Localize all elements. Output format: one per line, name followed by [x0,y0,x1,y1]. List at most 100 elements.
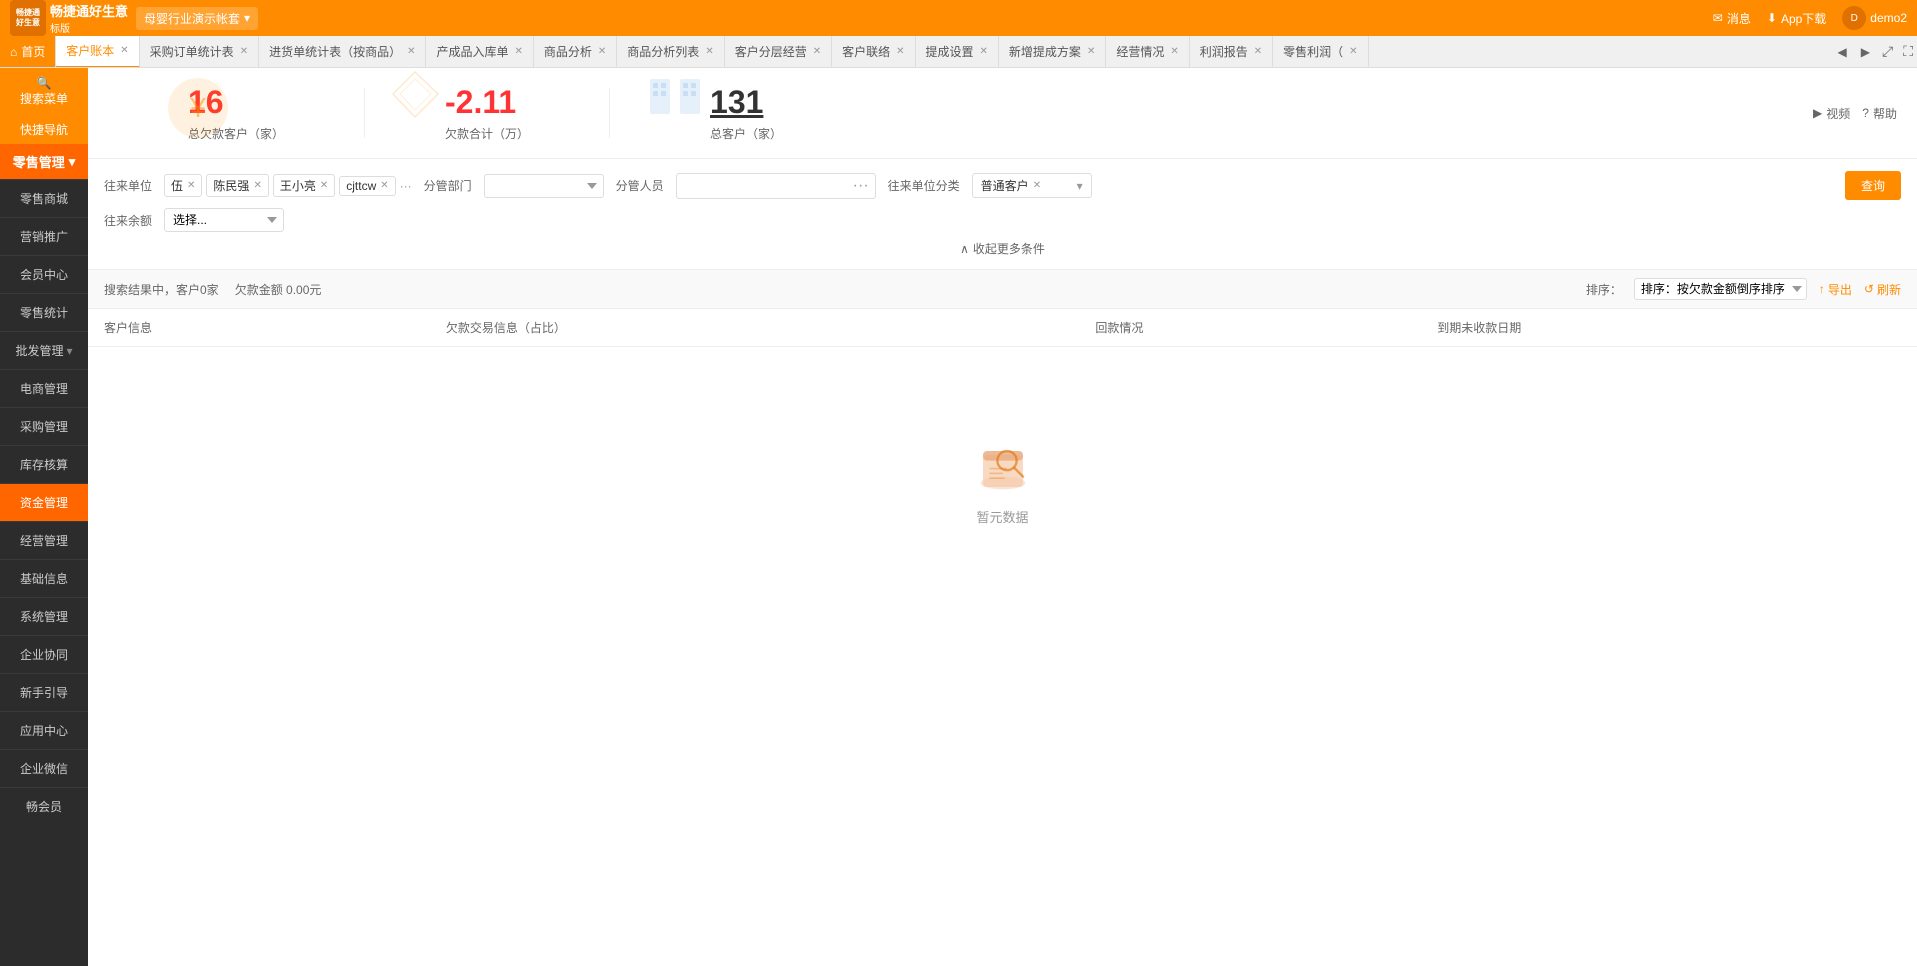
tab-bar: ⌂ 首页 客户账本 ✕ 采购订单统计表 ✕ 进货单统计表（按商品） ✕ 产成品入… [0,36,1917,68]
user-area[interactable]: D demo2 [1842,6,1907,30]
query-button[interactable]: 查询 [1845,171,1901,200]
sidebar-item-wholesale-mgmt[interactable]: 批发管理 ▾ [0,331,88,369]
filter-unit-type-close[interactable]: ✕ [1033,180,1041,191]
filter-unit-type-chevron[interactable]: ▾ [1077,179,1083,193]
tab-promotion-settings-close-icon[interactable]: ✕ [980,46,988,57]
stat-label-2: 欠款合计（万） [445,125,529,142]
sort-select[interactable]: 排序：按欠款金额倒序排序 [1634,278,1807,300]
filter-person-label: 分管人员 [616,177,664,194]
col-debt-info: 欠款交易信息（占比） [430,309,1080,347]
filter-person-input[interactable] [683,179,853,193]
filter-unit-more[interactable]: ··· [400,179,412,193]
dropdown-chevron-icon: ▾ [244,11,250,25]
filter-tag-cjttcw-close[interactable]: ✕ [380,180,388,191]
tab-product-entry-close-icon[interactable]: ✕ [515,46,523,57]
tab-product-entry[interactable]: 产成品入库单 ✕ [426,36,533,68]
export-button[interactable]: ↑ 导出 [1819,281,1852,298]
help-action[interactable]: ? 帮助 [1862,105,1897,122]
filter-tag-wang-close[interactable]: ✕ [320,180,328,191]
sidebar-item-purchase-mgmt[interactable]: 采购管理 [0,407,88,445]
tab-product-analysis-close-icon[interactable]: ✕ [598,46,606,57]
sidebar-item-inventory-check[interactable]: 库存核算 [0,445,88,483]
help-icon: ? [1862,106,1869,120]
sidebar-search-label: 搜索菜单 [8,90,80,107]
filter-row-1: 往来单位 伍 ✕ 陈民强 ✕ 王小亮 ✕ [104,171,1901,200]
tab-profit-report[interactable]: 利润报告 ✕ [1190,36,1273,68]
collapse-button[interactable]: ∧ 收起更多条件 [104,240,1901,257]
video-icon: ▶ [1813,106,1822,120]
stat-label-3: 总客户（家） [710,125,782,142]
sidebar-item-business-mgmt[interactable]: 经营管理 [0,521,88,559]
refresh-button[interactable]: ↺ 刷新 [1864,281,1901,298]
tab-purchase-close-icon[interactable]: ✕ [240,46,248,57]
sidebar-item-member-center[interactable]: 会员中心 [0,255,88,293]
account-dropdown-label: 母婴行业演示帐套 [144,10,240,27]
sidebar-item-basic-info[interactable]: 基础信息 [0,559,88,597]
tab-business-status-close-icon[interactable]: ✕ [1170,46,1178,57]
tab-new-promotion-plan[interactable]: 新增提成方案 ✕ [999,36,1106,68]
empty-state: 暂元数据 [88,347,1917,606]
tab-retail-profit[interactable]: 零售利润（ ✕ [1273,36,1368,68]
filter-unit-label: 往来单位 [104,177,152,194]
video-action[interactable]: ▶ 视频 [1813,105,1850,122]
account-dropdown[interactable]: 母婴行业演示帐套 ▾ [136,7,258,30]
tab-inventory-stats[interactable]: 进货单统计表（按商品） ✕ [259,36,426,68]
stat-bg-icon-3 [640,68,710,124]
filter-person-dots[interactable]: ··· [853,177,869,195]
tab-customer-contact[interactable]: 客户联络 ✕ [832,36,915,68]
filter-person-input-area[interactable]: ··· [676,173,876,199]
yuan-icon: ¥ [190,92,206,124]
sidebar-wholesale-mgmt-label: 批发管理 [15,342,63,359]
sidebar-item-retail-stats[interactable]: 零售统计 [0,293,88,331]
sidebar-item-new-guide[interactable]: 新手引导 [0,673,88,711]
tab-business-status[interactable]: 经营情况 ✕ [1106,36,1189,68]
sidebar-business-mgmt-label: 经营管理 [20,534,68,548]
filter-dept-select[interactable] [484,174,604,198]
sidebar-retail-mgmt[interactable]: 零售管理 ▾ [0,144,88,179]
app-download-label: App下载 [1781,10,1826,27]
tab-new-promotion-plan-close-icon[interactable]: ✕ [1087,46,1095,57]
sidebar-item-system-mgmt[interactable]: 系统管理 [0,597,88,635]
sidebar-item-app-center[interactable]: 应用中心 [0,711,88,749]
tab-home[interactable]: ⌂ 首页 [0,36,56,68]
tab-accounts-close-icon[interactable]: ✕ [120,45,128,56]
tab-product-analysis-list-close-icon[interactable]: ✕ [705,46,713,57]
col-repayment: 回款情况 [1079,309,1421,347]
tab-profit-report-close-icon[interactable]: ✕ [1254,46,1262,57]
app-download-btn[interactable]: ⬇ App下载 [1767,10,1826,27]
tab-promotion-settings[interactable]: 提成设置 ✕ [916,36,999,68]
sidebar-search[interactable]: 🔍 搜索菜单 [0,68,88,115]
filter-tag-chen-close[interactable]: ✕ [253,180,261,191]
sidebar-item-ecommerce-mgmt[interactable]: 电商管理 [0,369,88,407]
tab-left-arrow[interactable]: ◀ [1832,45,1853,59]
tab-fullscreen-icon[interactable]: ⛶ [1899,43,1917,60]
tab-retail-profit-close-icon[interactable]: ✕ [1349,46,1357,57]
sidebar-item-capital-mgmt[interactable]: 资金管理 [0,483,88,521]
sidebar-item-marketing[interactable]: 营销推广 [0,217,88,255]
tab-right-arrow[interactable]: ▶ [1855,45,1876,59]
tab-promotion-settings-label: 提成设置 [926,43,974,60]
tab-customer-contact-close-icon[interactable]: ✕ [896,46,904,57]
sidebar-quick-nav[interactable]: 快捷导航 [0,115,88,144]
messages-btn[interactable]: ✉ 消息 [1713,10,1751,27]
tab-purchase-orders[interactable]: 采购订单统计表 ✕ [140,36,259,68]
logo-area: 畅捷通好生意 畅捷通好生意 标版 [10,0,128,36]
filter-tag-wu-close[interactable]: ✕ [187,180,195,191]
tab-product-analysis[interactable]: 商品分析 ✕ [534,36,617,68]
tab-inventory-close-icon[interactable]: ✕ [407,46,415,57]
sidebar-item-retail-mall[interactable]: 零售商城 [0,179,88,217]
retail-mgmt-arrow-icon: ▾ [69,154,76,170]
tab-expand-icon[interactable]: ⤢ [1878,43,1897,60]
stat-divider-1 [364,88,365,138]
tab-customer-tier-close-icon[interactable]: ✕ [813,46,821,57]
sidebar-item-enterprise-agreement[interactable]: 企业协同 [0,635,88,673]
sidebar-item-vip-member[interactable]: 畅会员 [0,787,88,825]
filter-balance-select[interactable]: 选择... [164,208,284,232]
sidebar-item-enterprise-wechat[interactable]: 企业微信 [0,749,88,787]
tab-accounts[interactable]: 客户账本 ✕ [56,36,139,68]
tab-customer-tier[interactable]: 客户分层经营 ✕ [725,36,832,68]
stat-number-3: 131 [710,84,763,121]
filter-unit-type-label: 往来单位分类 [888,177,960,194]
table-header-row: 客户信息 欠款交易信息（占比） 回款情况 到期未收款日期 [88,309,1917,347]
tab-product-analysis-list[interactable]: 商品分析列表 ✕ [617,36,724,68]
